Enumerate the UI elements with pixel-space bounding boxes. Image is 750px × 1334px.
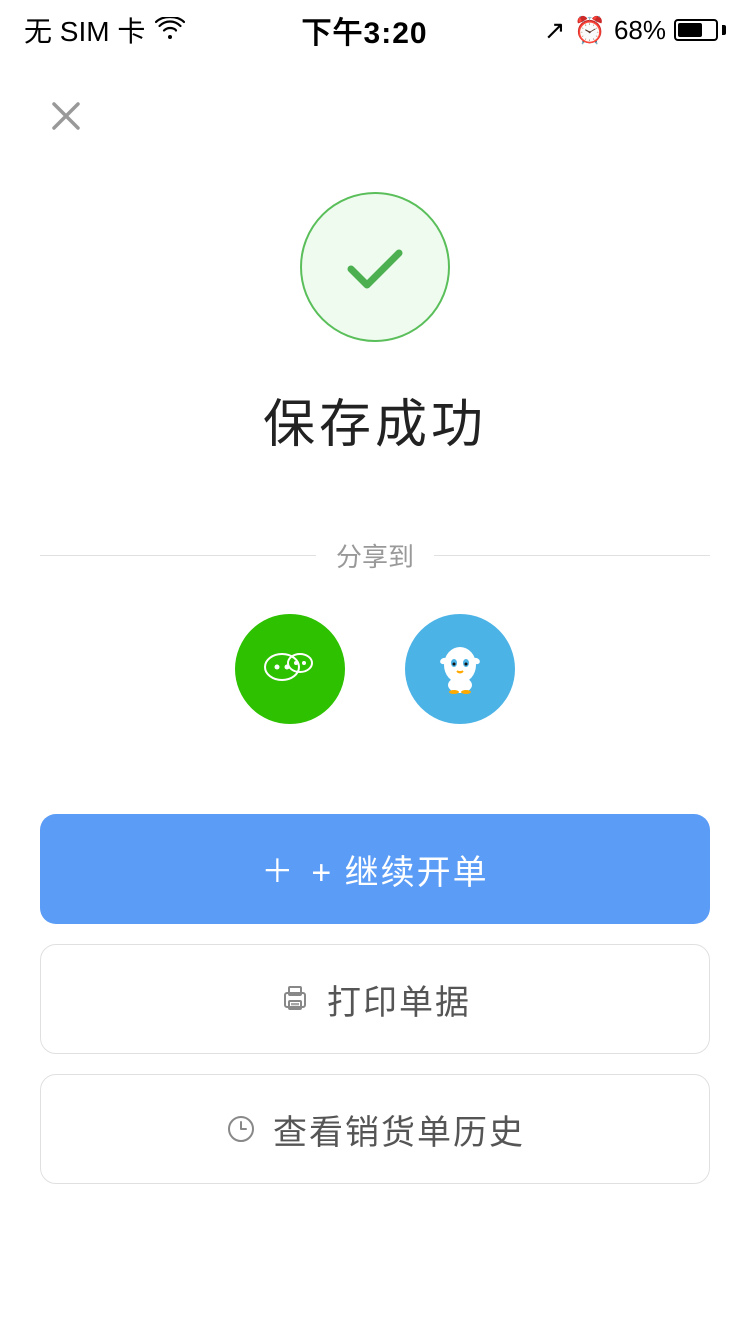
wifi-icon bbox=[155, 15, 185, 46]
success-title: 保存成功 bbox=[263, 382, 487, 457]
view-history-button[interactable]: 查看销货单历史 bbox=[40, 1074, 710, 1184]
history-label: 查看销货单历史 bbox=[273, 1105, 525, 1154]
share-divider-row: 分享到 bbox=[40, 537, 710, 574]
battery-percent: 68% bbox=[614, 15, 666, 46]
status-bar: 无 SIM 卡 下午3:20 ↗ ⏰ 68% bbox=[0, 0, 750, 60]
share-qq-button[interactable] bbox=[405, 614, 515, 724]
close-btn-container bbox=[0, 60, 750, 152]
status-time: 下午3:20 bbox=[302, 8, 428, 52]
no-sim-label: 无 SIM 卡 bbox=[24, 10, 145, 50]
action-buttons: ＋ + 继续开单 打印单据 查看销货单历史 bbox=[0, 814, 750, 1184]
share-label: 分享到 bbox=[336, 537, 414, 574]
printer-icon bbox=[279, 983, 311, 1015]
plus-icon: ＋ bbox=[261, 846, 295, 892]
share-icons-row bbox=[40, 614, 710, 724]
location-icon: ↗ bbox=[544, 15, 566, 46]
close-button[interactable] bbox=[40, 90, 92, 142]
history-icon bbox=[225, 1113, 257, 1145]
print-label: 打印单据 bbox=[327, 975, 471, 1024]
print-receipt-button[interactable]: 打印单据 bbox=[40, 944, 710, 1054]
success-area: 保存成功 bbox=[0, 152, 750, 537]
continue-order-label: + 继续开单 bbox=[311, 845, 488, 894]
status-left: 无 SIM 卡 bbox=[24, 10, 185, 50]
status-right: ↗ ⏰ 68% bbox=[544, 15, 726, 46]
success-circle bbox=[300, 192, 450, 342]
alarm-icon: ⏰ bbox=[574, 15, 606, 46]
share-wechat-button[interactable] bbox=[235, 614, 345, 724]
share-divider-right bbox=[434, 555, 710, 556]
continue-order-button[interactable]: ＋ + 继续开单 bbox=[40, 814, 710, 924]
battery-icon bbox=[674, 19, 726, 41]
share-section: 分享到 bbox=[0, 537, 750, 814]
share-divider-left bbox=[40, 555, 316, 556]
